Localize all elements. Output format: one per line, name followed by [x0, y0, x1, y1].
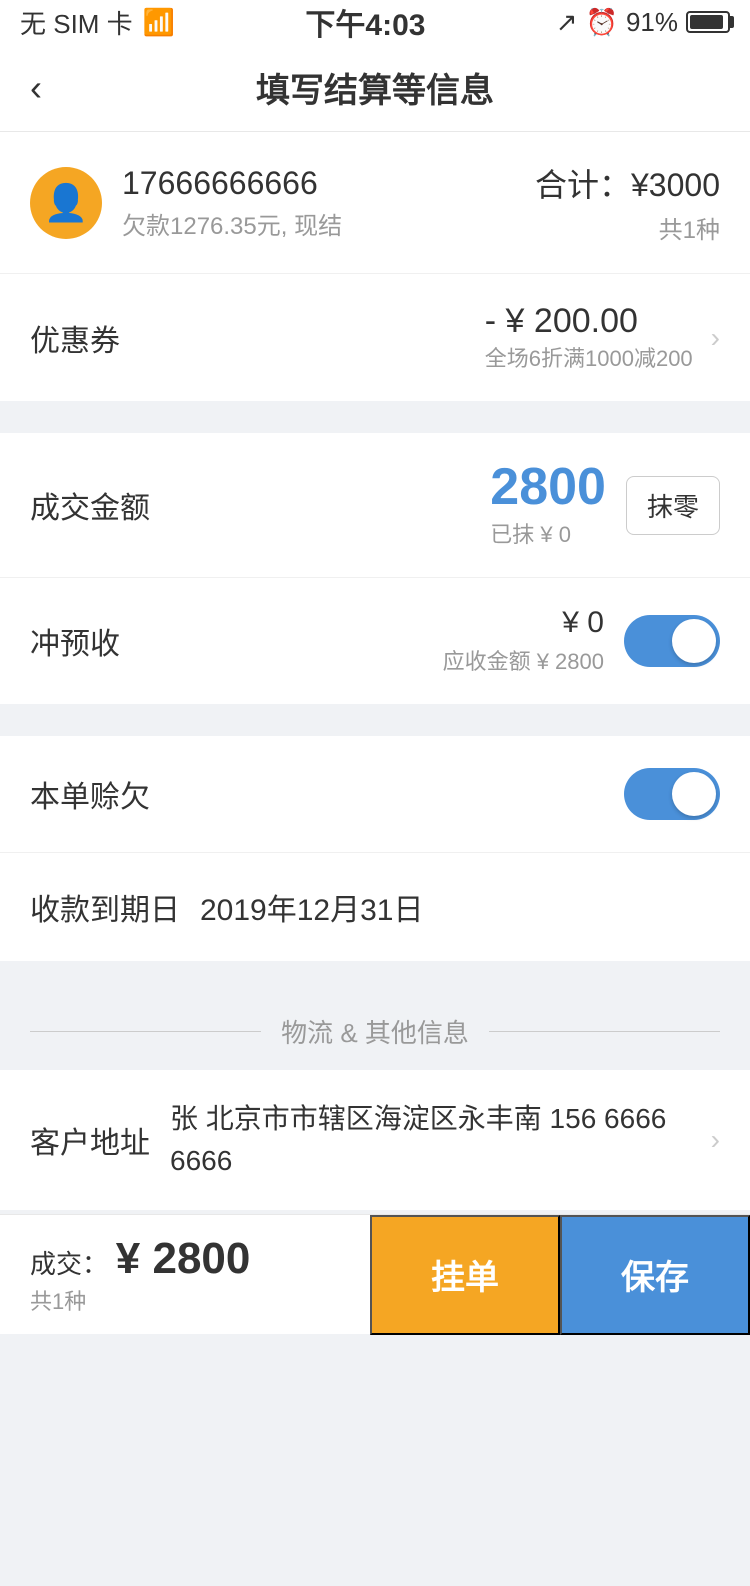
deal-label: 成交金额 — [30, 483, 150, 527]
deal-amount: 2800 — [490, 461, 606, 513]
coupon-desc: 全场6折满1000减200 — [485, 341, 693, 373]
credit-card: 本单赊欠 收款到期日 2019年12月31日 — [0, 736, 750, 961]
divider-2 — [0, 720, 750, 736]
bottom-deal-label: 成交： — [30, 1249, 108, 1279]
back-button[interactable]: ‹ — [30, 67, 42, 109]
deal-right: 2800 已抹 ¥ 0 抹零 — [490, 461, 720, 549]
status-right: ↗ ⏰ 91% — [556, 7, 730, 38]
chevron-right-icon: › — [711, 322, 720, 354]
coupon-row[interactable]: 优惠券 - ¥ 200.00 全场6折满1000减200 › — [0, 273, 750, 401]
prepay-sub: 应收金额 ¥ 2800 — [443, 644, 604, 676]
divider-3 — [0, 977, 750, 993]
credit-toggle-knob — [672, 772, 716, 816]
address-value: 张 北京市市辖区海淀区永丰南 156 6666 6666 — [170, 1098, 703, 1182]
customer-row: 👤 17666666666 欠款1276.35元, 现结 合计：¥3000 共1… — [0, 132, 750, 273]
bottom-deal-sub: 共1种 — [30, 1284, 340, 1316]
customer-sub: 欠款1276.35元, 现结 — [122, 206, 535, 241]
wifi-icon: 📶 — [143, 7, 175, 38]
save-button[interactable]: 保存 — [560, 1215, 750, 1335]
time-label: 下午4:03 — [305, 0, 425, 44]
round-button[interactable]: 抹零 — [626, 476, 720, 535]
header-line-left — [30, 1031, 261, 1032]
credit-row: 本单赊欠 — [0, 736, 750, 852]
bottom-bar: 成交： ¥ 2800 共1种 挂单 保存 — [0, 1214, 750, 1334]
carrier-label: 无 SIM 卡 — [20, 4, 133, 41]
duedate-row: 收款到期日 2019年12月31日 — [0, 852, 750, 961]
bottom-spacer — [0, 1426, 750, 1586]
deal-sub: 已抹 ¥ 0 — [490, 517, 606, 549]
address-chevron-icon: › — [711, 1124, 720, 1156]
customer-info: 17666666666 欠款1276.35元, 现结 — [122, 165, 535, 241]
avatar: 👤 — [30, 167, 102, 239]
prepay-toggle[interactable] — [624, 615, 720, 667]
logistics-section-header: 物流 & 其他信息 — [0, 993, 750, 1070]
duedate-value: 2019年12月31日 — [200, 885, 423, 929]
customer-card: 👤 17666666666 欠款1276.35元, 现结 合计：¥3000 共1… — [0, 132, 750, 401]
address-card: 客户地址 张 北京市市辖区海淀区永丰南 156 6666 6666 › — [0, 1070, 750, 1210]
header: ‹ 填写结算等信息 — [0, 44, 750, 132]
status-left: 无 SIM 卡 📶 — [20, 4, 175, 41]
credit-label: 本单赊欠 — [30, 772, 150, 816]
prepay-right: ¥ 0 应收金额 ¥ 2800 — [443, 606, 720, 676]
divider-1 — [0, 417, 750, 433]
deal-card: 成交金额 2800 已抹 ¥ 0 抹零 冲预收 ¥ 0 应收金额 ¥ 2800 — [0, 433, 750, 704]
prepay-amount: ¥ 0 — [443, 606, 604, 640]
battery-percent: 91% — [626, 7, 678, 38]
coupon-right: - ¥ 200.00 全场6折满1000减200 › — [485, 302, 720, 373]
address-label: 客户地址 — [30, 1118, 150, 1162]
bottom-deal-amount: ¥ 2800 — [116, 1234, 251, 1283]
coupon-label: 优惠券 — [30, 316, 120, 360]
deal-row: 成交金额 2800 已抹 ¥ 0 抹零 — [0, 433, 750, 577]
customer-total: 合计：¥3000 共1种 — [535, 160, 720, 245]
alarm-icon: ⏰ — [586, 7, 618, 38]
address-row[interactable]: 客户地址 张 北京市市辖区海淀区永丰南 156 6666 6666 › — [0, 1070, 750, 1210]
toggle-knob — [672, 619, 716, 663]
logistics-label: 物流 & 其他信息 — [281, 1013, 469, 1050]
hold-button[interactable]: 挂单 — [370, 1215, 560, 1335]
bottom-left: 成交： ¥ 2800 共1种 — [0, 1234, 370, 1316]
header-line-right — [489, 1031, 720, 1032]
total-sub: 共1种 — [535, 210, 720, 245]
credit-toggle[interactable] — [624, 768, 720, 820]
battery-icon — [686, 11, 730, 33]
duedate-label: 收款到期日 — [30, 885, 180, 929]
status-bar: 无 SIM 卡 📶 下午4:03 ↗ ⏰ 91% — [0, 0, 750, 44]
total-amount: 合计：¥3000 — [535, 160, 720, 206]
prepay-row: 冲预收 ¥ 0 应收金额 ¥ 2800 — [0, 577, 750, 704]
avatar-icon: 👤 — [44, 182, 89, 224]
coupon-amount: - ¥ 200.00 — [485, 302, 693, 341]
prepay-label: 冲预收 — [30, 619, 120, 663]
location-icon: ↗ — [556, 7, 578, 38]
page-title: 填写结算等信息 — [256, 63, 494, 112]
customer-phone: 17666666666 — [122, 165, 535, 202]
